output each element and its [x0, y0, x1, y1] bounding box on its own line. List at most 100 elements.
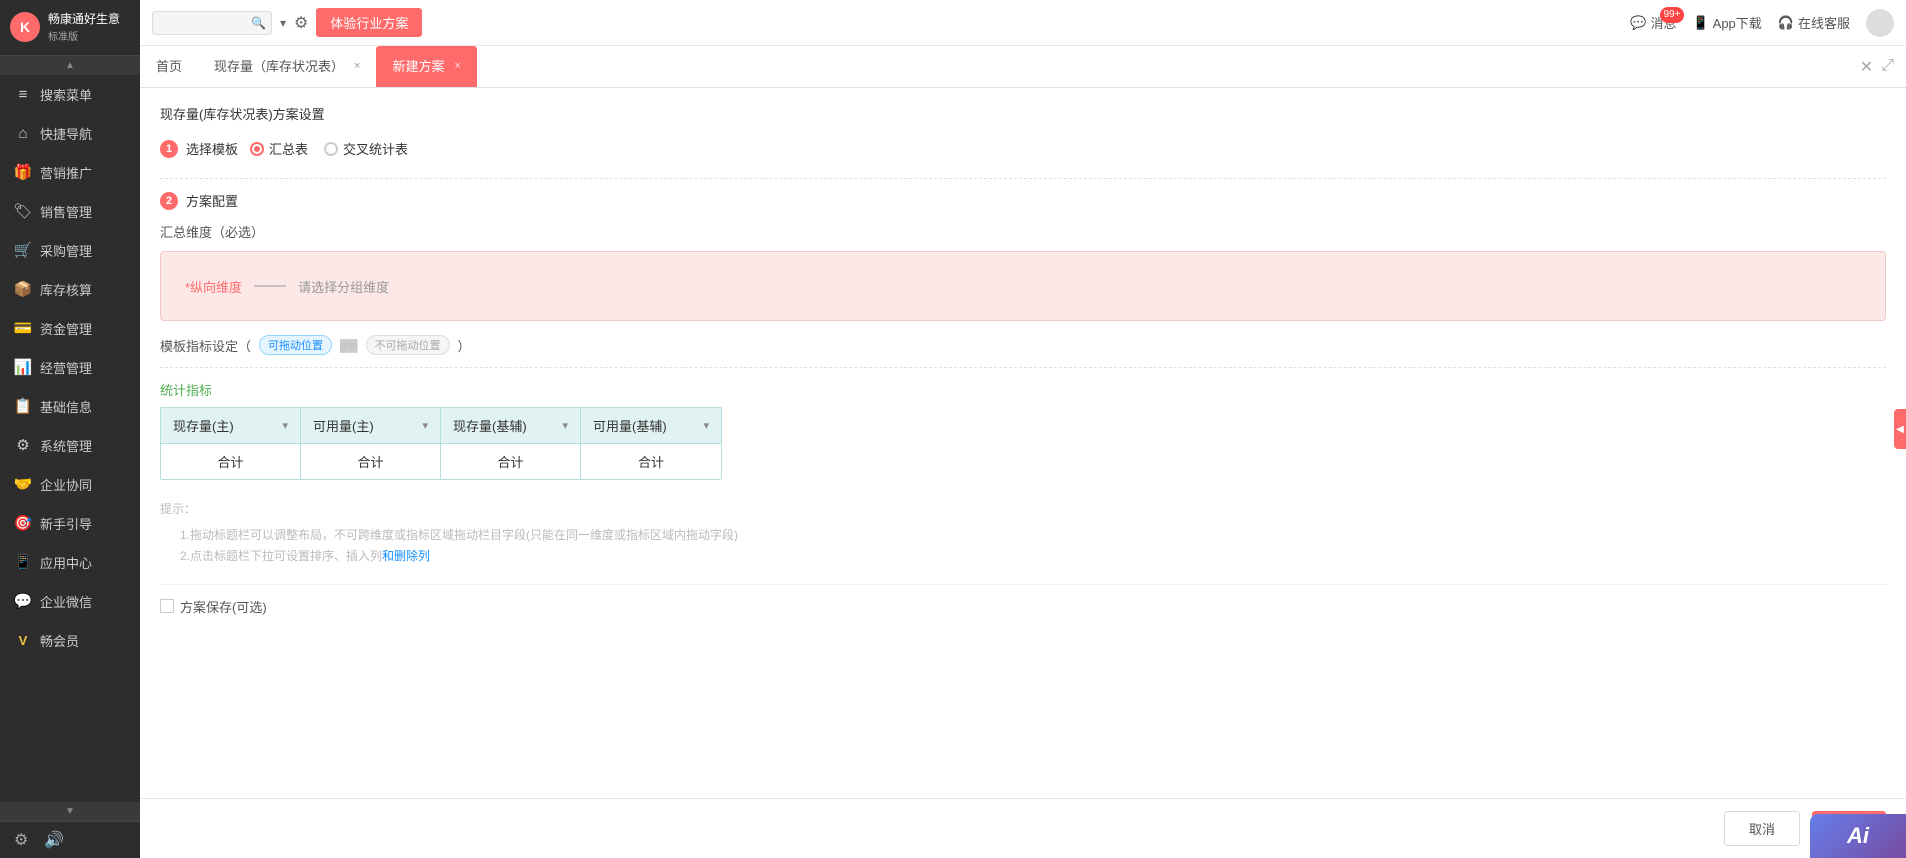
right-panel-toggle[interactable]: ◀ [1894, 409, 1906, 449]
radio-summary[interactable]: 汇总表 [250, 139, 308, 158]
sidebar-bottom: ⚙ 🔊 [0, 821, 140, 858]
sidebar-item-label: 基础信息 [40, 397, 92, 416]
sidebar-item-coop[interactable]: 🤝 企业协同 [0, 465, 140, 504]
indicator-settings: 模板指标设定（ 可拖动位置 ▓▓ 不可拖动位置 ） 统计指标 现存量(主) ▾ [160, 335, 1886, 483]
tab-new-plan[interactable]: 新建方案 × [376, 46, 476, 87]
sidebar-item-search[interactable]: ≡ 搜索菜单 [0, 75, 140, 114]
tips-item-2: 2.点击标题栏下拉可设置排序、插入列和删除列 [160, 546, 1886, 568]
page-title: 现存量(库存状况表)方案设置 [160, 104, 1886, 123]
sidebar-item-label: 资金管理 [40, 319, 92, 338]
sidebar-item-system[interactable]: ⚙ 系统管理 [0, 426, 140, 465]
speaker-icon[interactable]: 🔊 [44, 830, 64, 850]
stats-cell-1: 合计 [301, 444, 441, 479]
section2-header: 2 方案配置 [160, 191, 1886, 210]
collapse-icon[interactable]: ✕ [1860, 57, 1873, 77]
sidebar-item-label: 畅会员 [40, 631, 79, 650]
sidebar-item-member[interactable]: V 畅会员 [0, 621, 140, 660]
topbar: 🔍 ▾ ⚙ 体验行业方案 💬 消息 99+ 📱 App下载 🎧 在线客服 [140, 0, 1906, 46]
dropdown-icon[interactable]: ▾ [280, 16, 286, 30]
stats-col-0[interactable]: 现存量(主) ▾ [161, 408, 301, 443]
trial-btn[interactable]: 体验行业方案 [316, 8, 422, 37]
chevron-down-icon-1[interactable]: ▾ [422, 419, 428, 432]
sidebar-item-label: 企业微信 [40, 592, 92, 611]
expand-icon[interactable]: ⤢ [1881, 57, 1894, 77]
ai-label: Ai [1847, 823, 1869, 849]
stats-col-1[interactable]: 可用量(主) ▾ [301, 408, 441, 443]
sidebar-item-guide[interactable]: 🎯 新手引导 [0, 504, 140, 543]
dimension-dash: —— [254, 277, 286, 295]
tab-inventory[interactable]: 现存量（库存状况表） × [198, 46, 376, 87]
sidebar-scroll-down[interactable]: ▼ [0, 802, 140, 821]
sidebar: K 畅康通好生意 标准版 ▲ ≡ 搜索菜单 ⌂ 快捷导航 🎁 营销推广 🏷 销售… [0, 0, 140, 858]
chevron-down-icon-2[interactable]: ▾ [562, 419, 568, 432]
stats-col-0-label: 现存量(主) [173, 416, 234, 435]
chevron-down-icon-0[interactable]: ▾ [282, 419, 288, 432]
sidebar-item-label: 营销推广 [40, 163, 92, 182]
stats-col-1-label: 可用量(主) [313, 416, 374, 435]
logo-icon: K [10, 12, 40, 42]
tab-inventory-close[interactable]: × [354, 60, 360, 72]
section-template: 1 选择模板 汇总表 交叉统计表 [160, 139, 1886, 158]
message-badge: 99+ [1660, 7, 1685, 23]
sidebar-item-apps[interactable]: 📱 应用中心 [0, 543, 140, 582]
avatar[interactable] [1866, 9, 1894, 37]
indicator-settings-label: 模板指标设定（ 可拖动位置 ▓▓ 不可拖动位置 ） [160, 335, 1886, 355]
tips-item-1: 1.拖动标题栏可以调整布局，不可跨维度或指标区域拖动栏目字段(只能在同一维度或指… [160, 525, 1886, 547]
sidebar-item-marketing[interactable]: 🎁 营销推广 [0, 153, 140, 192]
indicator-label-mid: ▓▓ [340, 338, 358, 352]
online-service-item[interactable]: 🎧 在线客服 [1778, 13, 1850, 32]
dimension-required: *纵向维度 [185, 277, 242, 296]
save-option-label: 方案保存(可选) [180, 597, 267, 616]
logo-text: 畅康通好生意 [48, 12, 120, 28]
sidebar-item-management[interactable]: 📊 经营管理 [0, 348, 140, 387]
tab-home[interactable]: 首页 [140, 46, 198, 87]
tab-home-label: 首页 [156, 56, 182, 75]
sidebar-item-purchase[interactable]: 🛒 采购管理 [0, 231, 140, 270]
radio-summary-circle [250, 142, 264, 156]
dimension-placeholder: 请选择分组维度 [298, 277, 389, 296]
sidebar-scroll-up[interactable]: ▲ [0, 56, 140, 75]
stats-section-label: 统计指标 [160, 380, 1886, 399]
sidebar-item-basic[interactable]: 📋 基础信息 [0, 387, 140, 426]
radio-summary-label: 汇总表 [269, 139, 308, 158]
non-draggable-tag: 不可拖动位置 [366, 335, 450, 355]
sidebar-item-wechat[interactable]: 💬 企业微信 [0, 582, 140, 621]
stats-cell-3: 合计 [581, 444, 721, 479]
sidebar-item-sales[interactable]: 🏷 销售管理 [0, 192, 140, 231]
cart-icon: 🛒 [14, 241, 32, 259]
target-icon: 🎯 [14, 514, 32, 532]
tab-new-plan-label: 新建方案 [392, 56, 444, 75]
dimension-box[interactable]: *纵向维度 —— 请选择分组维度 [160, 251, 1886, 321]
stats-cell-2: 合计 [441, 444, 581, 479]
indicator-label-end: ） [458, 336, 471, 355]
section1-num: 1 [160, 140, 178, 158]
sidebar-item-quicknav[interactable]: ⌂ 快捷导航 [0, 114, 140, 153]
tab-new-plan-close[interactable]: × [454, 60, 460, 72]
headset-icon: 🎧 [1778, 15, 1794, 31]
app-download-item[interactable]: 📱 App下载 [1692, 13, 1761, 32]
ai-float-button[interactable]: Ai [1810, 814, 1906, 858]
gear-icon[interactable]: ⚙ [14, 830, 28, 850]
sidebar-item-finance[interactable]: 💳 资金管理 [0, 309, 140, 348]
main-area: 🔍 ▾ ⚙ 体验行业方案 💬 消息 99+ 📱 App下载 🎧 在线客服 [140, 0, 1906, 858]
radio-crosstab[interactable]: 交叉统计表 [324, 139, 408, 158]
save-checkbox[interactable] [160, 599, 174, 613]
sidebar-item-inventory[interactable]: 📦 库存核算 [0, 270, 140, 309]
app-download-label: App下载 [1713, 13, 1762, 32]
cancel-button[interactable]: 取消 [1724, 811, 1800, 846]
stats-col-2[interactable]: 现存量(基辅) ▾ [441, 408, 581, 443]
topbar-settings-icon[interactable]: ⚙ [294, 13, 308, 33]
footer: 取消 查询 [140, 798, 1906, 858]
message-item[interactable]: 💬 消息 99+ [1630, 13, 1676, 32]
aggregate-label: 汇总维度（必选） [160, 222, 1886, 241]
stats-col-3[interactable]: 可用量(基辅) ▾ [581, 408, 721, 443]
chevron-down-icon-3[interactable]: ▾ [703, 419, 709, 432]
tag-icon: 🏷 [14, 202, 32, 220]
draggable-tag: 可拖动位置 [259, 335, 332, 355]
section1-title: 选择模板 [186, 139, 238, 158]
tips-title: 提示： [160, 499, 1886, 521]
sidebar-item-label: 库存核算 [40, 280, 92, 299]
sidebar-item-label: 应用中心 [40, 553, 92, 572]
right-panel-icon: ◀ [1896, 424, 1904, 435]
radio-crosstab-circle [324, 142, 338, 156]
